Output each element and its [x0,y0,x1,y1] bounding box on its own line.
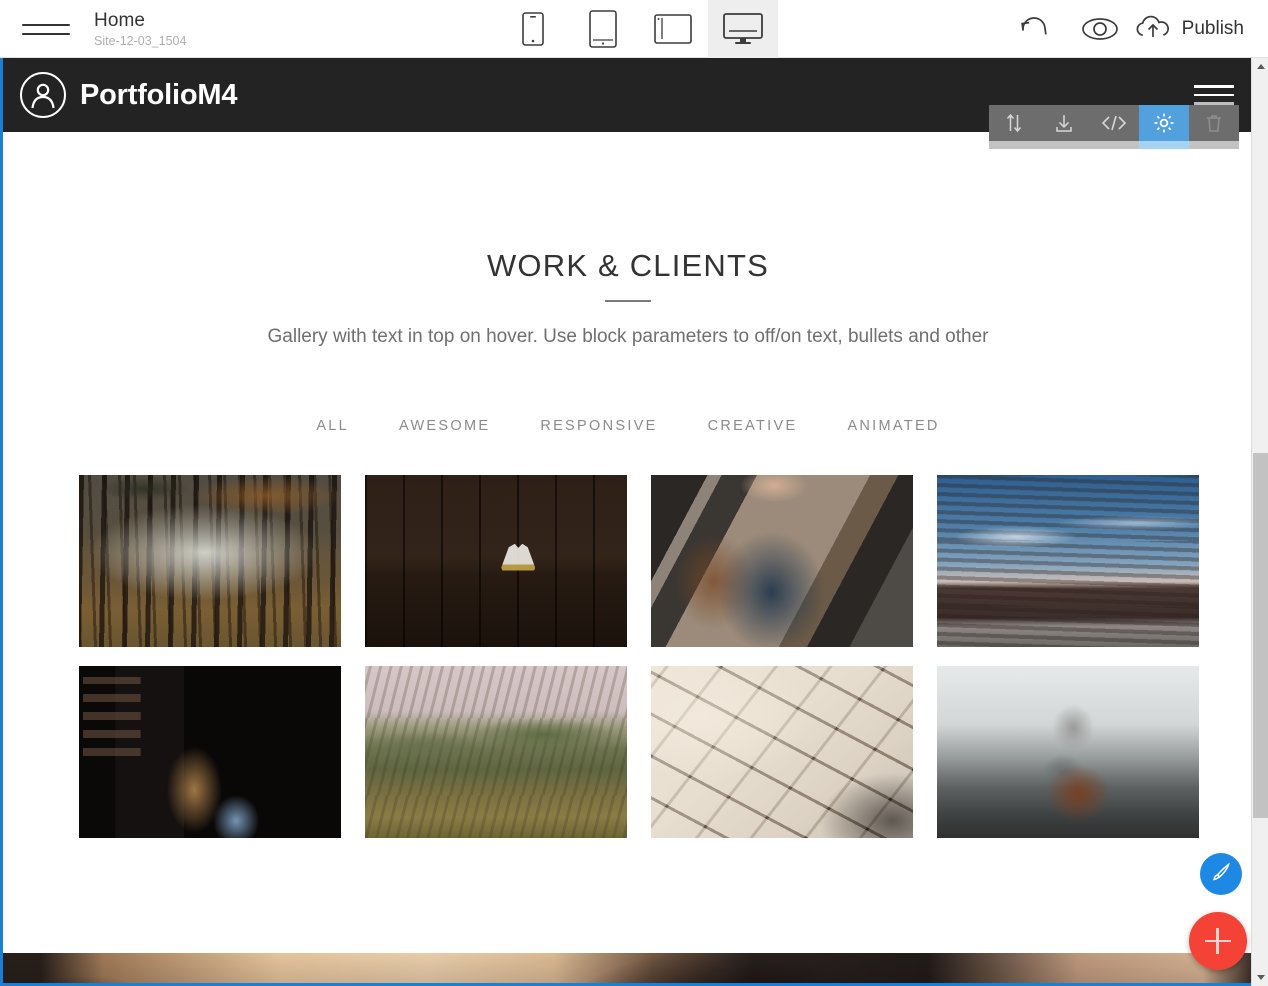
gallery-tile-maps[interactable] [651,666,913,838]
filter-tab-animated[interactable]: ANIMATED [822,414,964,438]
device-tablet-landscape-button[interactable] [638,0,708,58]
gallery-image-suit [651,475,913,647]
vertical-scrollbar[interactable] [1251,58,1268,986]
gallery-tile-hills[interactable] [365,666,627,838]
block-settings-button[interactable] [1139,105,1189,141]
app-toolbar: Home Site-12-03_1504 Publish [0,0,1268,58]
gallery-image-sky [937,475,1199,647]
user-avatar-circle-icon [20,72,66,118]
caret-up-icon [1256,64,1265,69]
gallery-grid [79,475,1253,838]
filter-tab-all[interactable]: ALL [291,414,374,438]
block-toolbar [989,105,1239,141]
page-title: Home [94,9,146,31]
download-block-button[interactable] [1039,105,1089,141]
sunset-mountains-block[interactable] [3,953,1253,986]
site-logo[interactable]: PortfolioM4 [20,72,237,118]
filter-tab-awesome[interactable]: AWESOME [374,414,515,438]
gallery-image-fog [937,666,1199,838]
device-mobile-button[interactable] [498,0,568,58]
canvas-border-left [0,58,3,986]
device-tablet-button[interactable] [568,0,638,58]
publish-button[interactable]: Publish [1133,13,1250,46]
gallery-tile-suit[interactable] [651,475,913,647]
device-desktop-button[interactable] [708,0,778,58]
gallery-tile-fog[interactable] [937,666,1199,838]
app-toolbar-right: Publish [1001,0,1250,58]
title-divider [605,300,651,302]
delete-block-button[interactable] [1189,105,1239,141]
eye-preview-icon[interactable] [1067,0,1133,58]
gallery-subtitle: Gallery with text in top on hover. Use b… [267,326,989,347]
sunset-background-image [3,953,1253,986]
block-toolbar-shadow [989,141,1239,149]
gallery-image-forest [79,475,341,647]
brand-name: PortfolioM4 [80,78,238,111]
caret-down-icon [1256,975,1265,980]
gallery-tile-forest[interactable] [79,475,341,647]
style-editor-button[interactable] [1200,853,1242,895]
app-toolbar-left: Home Site-12-03_1504 [0,0,186,58]
gallery-image-woman [79,666,341,838]
plus-icon [1205,928,1231,954]
gallery-title: WORK & CLIENTS [486,248,770,283]
hamburger-menu-icon[interactable] [22,12,70,46]
move-block-button[interactable] [989,105,1039,141]
site-canvas: PortfolioM4 WORK & CLIENTS Gallery with … [0,58,1268,986]
gallery-tile-sky[interactable] [937,475,1199,647]
gallery-image-ship [365,475,627,647]
site-meta: Home Site-12-03_1504 [94,10,186,49]
gallery-tile-woman[interactable] [79,666,341,838]
add-block-button[interactable] [1189,912,1247,970]
paint-brush-icon [1210,861,1232,888]
gallery-block: WORK & CLIENTS Gallery with text in top … [3,132,1253,944]
filter-tab-responsive[interactable]: RESPONSIVE [515,414,682,438]
cloud-upload-icon [1133,13,1173,46]
gallery-filter-tabs: ALL AWESOME RESPONSIVE CREATIVE ANIMATED [3,414,1253,438]
scrollbar-thumb[interactable] [1253,453,1268,818]
undo-arrow-icon[interactable] [1001,0,1067,58]
device-preview-switcher [498,0,778,58]
gallery-tile-ship[interactable] [365,475,627,647]
scroll-up-button[interactable] [1252,58,1268,75]
gallery-image-hills [365,666,627,838]
edit-code-button[interactable] [1089,105,1139,141]
site-hamburger-menu-icon[interactable] [1194,84,1234,106]
site-id-label: Site-12-03_1504 [94,33,187,48]
filter-tab-creative[interactable]: CREATIVE [683,414,823,438]
publish-label: Publish [1181,18,1244,39]
scroll-down-button[interactable] [1252,969,1268,986]
gallery-image-maps [651,666,913,838]
